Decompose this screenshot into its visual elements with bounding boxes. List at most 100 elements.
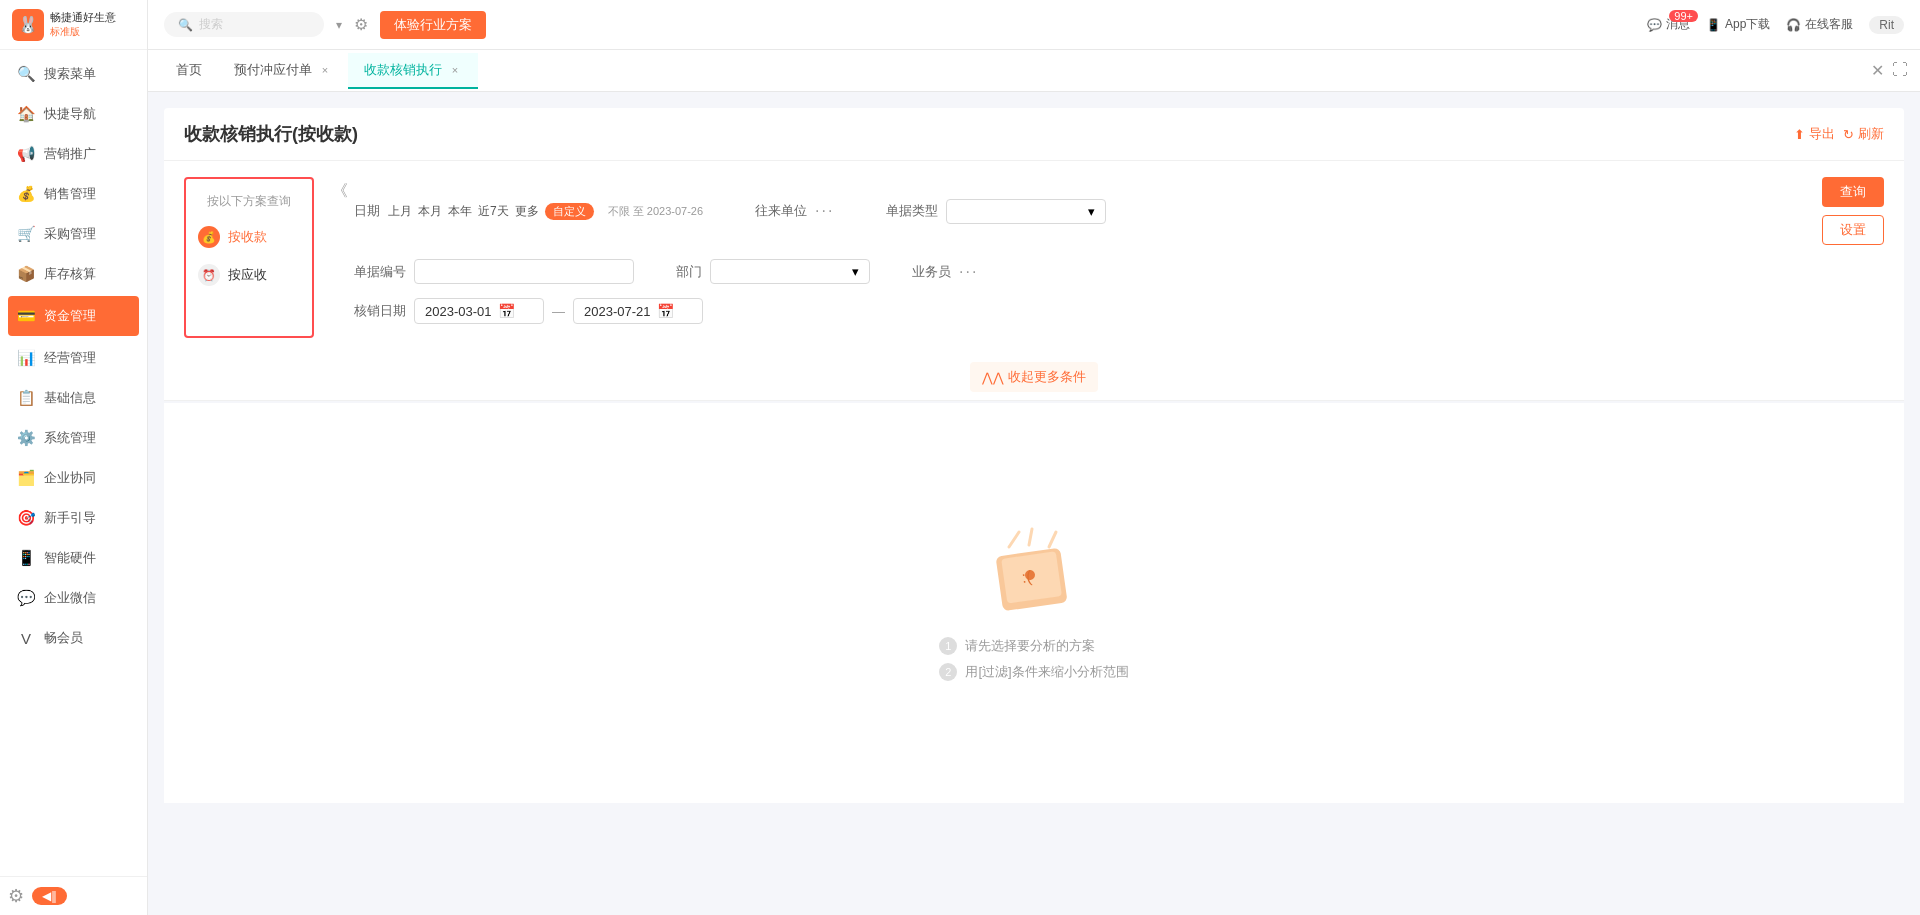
dept-select[interactable]: ▾ <box>710 259 870 284</box>
filter-settings-btn[interactable]: 设置 <box>1822 215 1884 245</box>
verify-date-start-input[interactable]: 2023-03-01 📅 <box>414 298 544 324</box>
filter-more-label: 收起更多条件 <box>1008 368 1086 386</box>
date-custom-tag[interactable]: 自定义 <box>545 203 594 220</box>
tab-prepay-label: 预付冲应付单 <box>234 61 312 79</box>
empty-state: :( 1 请先选择要分析的方案 2 用[过滤]条件来缩小分析范围 <box>164 403 1904 803</box>
sidebar-item-enterprise[interactable]: 🗂️企业协同 <box>0 458 147 498</box>
salesperson-select[interactable]: ··· <box>959 263 978 281</box>
sidebar-item-vip[interactable]: V 畅会员 <box>0 618 147 658</box>
search-icon: 🔍 <box>178 18 193 32</box>
filter-partner-group: 往来单位 ··· <box>755 202 834 220</box>
vip-icon: V <box>16 628 36 648</box>
filter-option-by-receivable[interactable]: ⏰ 按应收 <box>186 256 312 294</box>
filter-more-btn[interactable]: ⋀⋀ 收起更多条件 <box>970 362 1098 392</box>
sidebar-item-wechat[interactable]: 💬 企业微信 <box>0 578 147 618</box>
sidebar-item-quick-nav[interactable]: 🏠快捷导航 <box>0 94 147 134</box>
topbar-user[interactable]: Rit <box>1869 16 1904 34</box>
hint-text-1: 请先选择要分析的方案 <box>965 637 1095 655</box>
tab-prepay[interactable]: 预付冲应付单 × <box>218 53 348 89</box>
sidebar-item-marketing[interactable]: 📢营销推广 <box>0 134 147 174</box>
tab-expand-icon[interactable]: ⛶ <box>1892 61 1908 80</box>
tab-receipt-verify-close[interactable]: × <box>448 63 462 77</box>
wechat-label: 企业微信 <box>44 589 96 607</box>
sidebar-item-guide[interactable]: 🎯新手引导 <box>0 498 147 538</box>
sidebar-collapse-btn[interactable]: ◀‖ <box>32 887 67 905</box>
query-btn[interactable]: 查询 <box>1822 177 1884 207</box>
export-btn[interactable]: ⬆ 导出 <box>1794 125 1835 143</box>
marketing-label: 营销推广 <box>44 145 96 163</box>
verify-date-end-input[interactable]: 2023-07-21 📅 <box>573 298 703 324</box>
verify-date-start-calendar-icon[interactable]: 📅 <box>498 303 515 319</box>
date-this-year[interactable]: 本年 <box>448 203 472 220</box>
date-7days[interactable]: 近7天 <box>478 203 509 220</box>
sidebar-item-search[interactable]: 🔍搜索菜单 <box>0 54 147 94</box>
wechat-icon: 💬 <box>16 588 36 608</box>
by-receivable-icon: ⏰ <box>198 264 220 286</box>
settings-icon[interactable]: ⚙ <box>8 885 24 907</box>
docno-input[interactable] <box>414 259 634 284</box>
date-last-month[interactable]: 上月 <box>388 203 412 220</box>
refresh-btn[interactable]: ↻ 刷新 <box>1843 125 1884 143</box>
tab-receipt-verify-label: 收款核销执行 <box>364 61 442 79</box>
finance-icon: 💳 <box>16 306 36 326</box>
topbar-search[interactable]: 🔍 搜索 <box>164 12 324 37</box>
search-icon: 🔍 <box>16 64 36 84</box>
partner-label: 往来单位 <box>755 202 807 220</box>
sidebar-item-system[interactable]: ⚙️ 系统管理 <box>0 418 147 458</box>
filter-verify-date-group: 核销日期 2023-03-01 📅 — 2023-07-21 📅 <box>354 298 703 324</box>
filter-collapse-icon[interactable]: 《 <box>326 177 354 338</box>
inventory-label: 库存核算 <box>44 265 96 283</box>
enterprise-label: 企业协同 <box>44 469 96 487</box>
vip-label: 畅会员 <box>44 629 83 647</box>
sidebar-item-smart-hw[interactable]: 📱智能硬件 <box>0 538 147 578</box>
system-icon: ⚙️ <box>16 428 36 448</box>
tab-close-all-icon[interactable]: ✕ <box>1871 61 1884 80</box>
quick-nav-icon: 🏠 <box>16 104 36 124</box>
hint-num-2: 2 <box>939 663 957 681</box>
sidebar-item-business[interactable]: 📊经营管理 <box>0 338 147 378</box>
date-more[interactable]: 更多 <box>515 203 539 220</box>
sidebar-item-finance[interactable]: 💳 资金管理 <box>8 296 139 336</box>
tab-prepay-close[interactable]: × <box>318 63 332 77</box>
message-icon: 💬 <box>1647 18 1662 32</box>
tab-home[interactable]: 首页 <box>160 53 218 89</box>
inventory-icon: 📦 <box>16 264 36 284</box>
industry-btn[interactable]: 体验行业方案 <box>380 11 486 39</box>
tab-receipt-verify[interactable]: 收款核销执行 × <box>348 53 478 89</box>
filter-doctype-group: 单据类型 ▾ <box>886 199 1106 224</box>
topbar-app-download[interactable]: 📱 App下载 <box>1706 16 1770 33</box>
finance-label: 资金管理 <box>44 307 96 325</box>
app-name: 畅捷通好生意 <box>50 10 116 24</box>
topbar-service[interactable]: 🎧 在线客服 <box>1786 16 1853 33</box>
filter-scheme-title: 按以下方案查询 <box>186 189 312 218</box>
page-title-actions: ⬆ 导出 ↻ 刷新 <box>1794 125 1884 143</box>
sidebar-item-basic-info[interactable]: 📋基础信息 <box>0 378 147 418</box>
svg-line-5 <box>1029 529 1032 545</box>
export-label: 导出 <box>1809 125 1835 143</box>
refresh-label: 刷新 <box>1858 125 1884 143</box>
search-placeholder: 搜索 <box>199 16 223 33</box>
filter-option-by-receipt[interactable]: 💰 按收款 <box>186 218 312 256</box>
sales-icon: 💰 <box>16 184 36 204</box>
basic-info-icon: 📋 <box>16 388 36 408</box>
topbar-gear-icon[interactable]: ⚙ <box>354 15 368 34</box>
sidebar-item-purchase[interactable]: 🛒采购管理 <box>0 214 147 254</box>
page-content: 收款核销执行(按收款) ⬆ 导出 ↻ 刷新 按以下方案查询 💰 按收款 <box>148 92 1920 915</box>
topbar-dropdown-arrow[interactable]: ▾ <box>336 18 342 32</box>
date-this-month[interactable]: 本月 <box>418 203 442 220</box>
filter-fields: 日期 上月 本月 本年 近7天 更多 自定义 不限 至 2023-07-26 <box>354 177 1884 338</box>
dept-label: 部门 <box>676 263 702 281</box>
user-name: Rit <box>1879 18 1894 32</box>
topbar-message[interactable]: 💬 消息 99+ <box>1647 16 1690 33</box>
filter-date-links: 上月 本月 本年 近7天 更多 自定义 <box>388 203 594 220</box>
verify-date-end-calendar-icon[interactable]: 📅 <box>657 303 674 319</box>
sidebar-item-inventory[interactable]: 📦 库存核算 <box>0 254 147 294</box>
doctype-select[interactable]: ▾ <box>946 199 1106 224</box>
system-label: 系统管理 <box>44 429 96 447</box>
purchase-icon: 🛒 <box>16 224 36 244</box>
filter-salesperson-group: 业务员 ··· <box>912 263 978 281</box>
logo-icon: 🐰 <box>12 9 44 41</box>
sidebar-item-sales[interactable]: 💰销售管理 <box>0 174 147 214</box>
partner-select[interactable]: ··· <box>815 202 834 220</box>
tab-home-label: 首页 <box>176 61 202 79</box>
